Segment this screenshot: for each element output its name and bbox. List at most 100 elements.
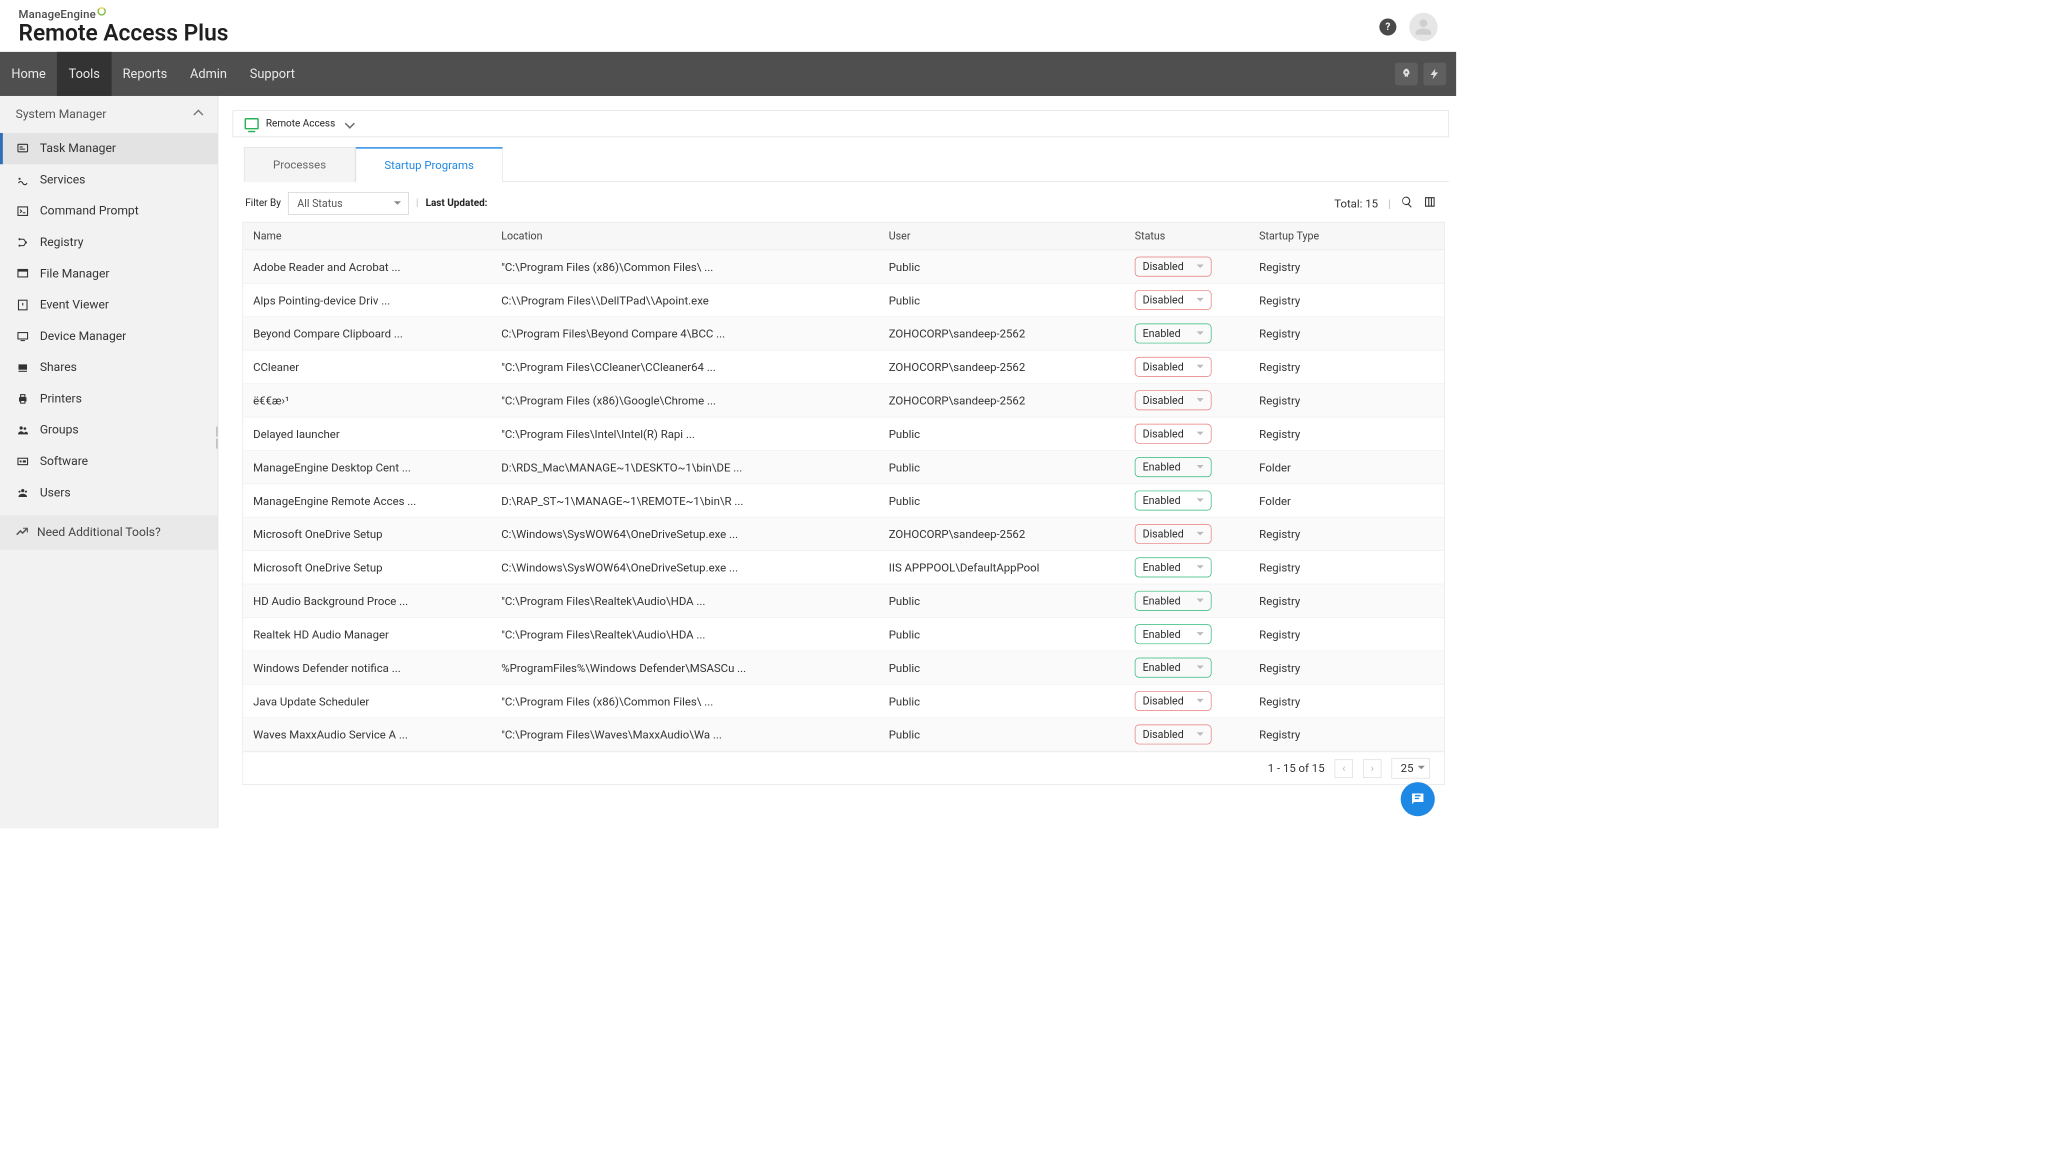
rocket-icon[interactable]	[1395, 63, 1418, 86]
breadcrumb-label: Remote Access	[266, 118, 335, 129]
status-select[interactable]: Disabled	[1135, 290, 1212, 310]
sidebar-item-software[interactable]: Software	[0, 446, 218, 477]
cell-type: Registry	[1259, 327, 1438, 341]
cell-name: Microsoft OneDrive Setup	[249, 527, 501, 541]
cell-status: Enabled	[1135, 557, 1259, 577]
avatar[interactable]	[1409, 12, 1437, 40]
table-row[interactable]: Alps Pointing-device Driv ...C:\\Program…	[243, 284, 1444, 317]
prompt-icon	[16, 205, 30, 218]
sidebar-item-label: File Manager	[40, 267, 110, 281]
cell-location: D:\RDS_Mac\MANAGE~1\DESKTO~1\bin\DE ...	[501, 460, 888, 474]
sidebar-item-users[interactable]: Users	[0, 477, 218, 508]
cell-user: Public	[889, 728, 1135, 742]
brand: ManageEngine Remote Access Plus	[18, 7, 228, 46]
divider: |	[1388, 197, 1391, 211]
tab-processes[interactable]: Processes	[244, 147, 355, 182]
cell-type: Registry	[1259, 561, 1438, 575]
status-select[interactable]: Disabled	[1135, 424, 1212, 444]
table-row[interactable]: Beyond Compare Clipboard ...C:\Program F…	[243, 317, 1444, 350]
col-startup-type[interactable]: Startup Type	[1259, 230, 1438, 243]
caret-down-icon	[1197, 665, 1204, 672]
table-row[interactable]: Waves MaxxAudio Service A ..."C:\Program…	[243, 718, 1444, 751]
help-icon[interactable]: ?	[1379, 18, 1396, 35]
table-row[interactable]: Delayed launcher"C:\Program Files\Intel\…	[243, 417, 1444, 450]
status-select[interactable]: Disabled	[1135, 524, 1212, 544]
bolt-icon[interactable]	[1423, 63, 1446, 86]
status-select[interactable]: Enabled	[1135, 591, 1212, 611]
table-row[interactable]: Windows Defender notifica ...%ProgramFil…	[243, 651, 1444, 684]
table-row[interactable]: Realtek HD Audio Manager"C:\Program File…	[243, 618, 1444, 651]
status-select[interactable]: Disabled	[1135, 691, 1212, 711]
sidebar-item-device-manager[interactable]: Device Manager	[0, 321, 218, 352]
caret-down-icon	[1197, 532, 1204, 539]
status-select[interactable]: Enabled	[1135, 624, 1212, 644]
table-row[interactable]: ë€€æ›¹"C:\Program Files (x86)\Google\Chr…	[243, 384, 1444, 417]
cell-name: Java Update Scheduler	[249, 694, 501, 708]
cell-location: "C:\Program Files (x86)\Common Files\ ..…	[501, 260, 888, 274]
table-row[interactable]: Microsoft OneDrive SetupC:\Windows\SysWO…	[243, 551, 1444, 584]
sidebar-item-printers[interactable]: Printers	[0, 383, 218, 414]
status-select[interactable]: Enabled	[1135, 324, 1212, 344]
table-header: Name Location User Status Startup Type	[243, 223, 1444, 251]
col-location[interactable]: Location	[501, 230, 888, 243]
status-filter-select[interactable]: All Status	[288, 192, 409, 215]
sidebar-collapse-handle[interactable]	[216, 423, 223, 451]
nav-tools[interactable]: Tools	[57, 52, 111, 96]
sidebar-item-registry[interactable]: Registry	[0, 227, 218, 258]
sidebar-item-label: Software	[40, 454, 88, 468]
nav-admin[interactable]: Admin	[179, 52, 239, 96]
status-select[interactable]: Disabled	[1135, 357, 1212, 377]
nav-support[interactable]: Support	[238, 52, 306, 96]
nav-reports[interactable]: Reports	[111, 52, 178, 96]
table-row[interactable]: Adobe Reader and Acrobat ..."C:\Program …	[243, 250, 1444, 283]
col-status[interactable]: Status	[1135, 230, 1259, 243]
nav-home[interactable]: Home	[0, 52, 57, 96]
total-label: Total: 15	[1334, 197, 1378, 211]
table-row[interactable]: ManageEngine Remote Acces ...D:\RAP_ST~1…	[243, 484, 1444, 517]
breadcrumb-bar[interactable]: Remote Access	[232, 110, 1449, 137]
file-icon	[16, 267, 30, 280]
caret-down-icon	[345, 119, 355, 129]
table-row[interactable]: HD Audio Background Proce ..."C:\Program…	[243, 584, 1444, 617]
cell-type: Registry	[1259, 594, 1438, 608]
columns-icon[interactable]	[1423, 196, 1436, 212]
page-size-value: 25	[1401, 761, 1414, 775]
sidebar-item-shares[interactable]: Shares	[0, 352, 218, 383]
chat-fab[interactable]	[1401, 782, 1435, 816]
sidebar-section-head[interactable]: System Manager	[0, 96, 218, 133]
pager-prev[interactable]: ‹	[1335, 759, 1353, 777]
sidebar-item-event-viewer[interactable]: Event Viewer	[0, 289, 218, 320]
tab-startup-programs[interactable]: Startup Programs	[355, 147, 503, 182]
col-user[interactable]: User	[889, 230, 1135, 243]
sidebar-item-file-manager[interactable]: File Manager	[0, 258, 218, 289]
cell-type: Registry	[1259, 728, 1438, 742]
page-size-select[interactable]: 25	[1391, 758, 1429, 779]
status-select[interactable]: Enabled	[1135, 658, 1212, 678]
cell-location: D:\RAP_ST~1\MANAGE~1\REMOTE~1\bin\R ...	[501, 494, 888, 508]
search-icon[interactable]	[1401, 196, 1414, 212]
status-select[interactable]: Disabled	[1135, 257, 1212, 277]
status-select[interactable]: Enabled	[1135, 457, 1212, 477]
table-row[interactable]: CCleaner"C:\Program Files\CCleaner\CClea…	[243, 351, 1444, 384]
sidebar-item-services[interactable]: Services	[0, 164, 218, 195]
status-select[interactable]: Disabled	[1135, 390, 1212, 410]
status-select[interactable]: Enabled	[1135, 491, 1212, 511]
need-tools[interactable]: Need Additional Tools?	[0, 515, 218, 549]
col-name[interactable]: Name	[249, 230, 501, 243]
cell-type: Registry	[1259, 260, 1438, 274]
table-row[interactable]: Java Update Scheduler"C:\Program Files (…	[243, 685, 1444, 718]
sidebar-item-groups[interactable]: Groups	[0, 415, 218, 446]
cell-user: ZOHOCORP\sandeep-2562	[889, 360, 1135, 374]
sidebar-item-label: Task Manager	[40, 141, 116, 155]
sidebar-item-task-manager[interactable]: Task Manager	[0, 133, 218, 164]
status-select[interactable]: Enabled	[1135, 557, 1212, 577]
sidebar-item-command-prompt[interactable]: Command Prompt	[0, 196, 218, 227]
cell-name: ë€€æ›¹	[249, 394, 501, 408]
cell-location: "C:\Program Files (x86)\Google\Chrome ..…	[501, 394, 888, 408]
table-row[interactable]: ManageEngine Desktop Cent ...D:\RDS_Mac\…	[243, 451, 1444, 484]
table-row[interactable]: Microsoft OneDrive SetupC:\Windows\SysWO…	[243, 518, 1444, 551]
services-icon	[16, 173, 30, 186]
status-select[interactable]: Disabled	[1135, 725, 1212, 745]
cell-name: ManageEngine Desktop Cent ...	[249, 460, 501, 474]
pager-next[interactable]: ›	[1363, 759, 1381, 777]
